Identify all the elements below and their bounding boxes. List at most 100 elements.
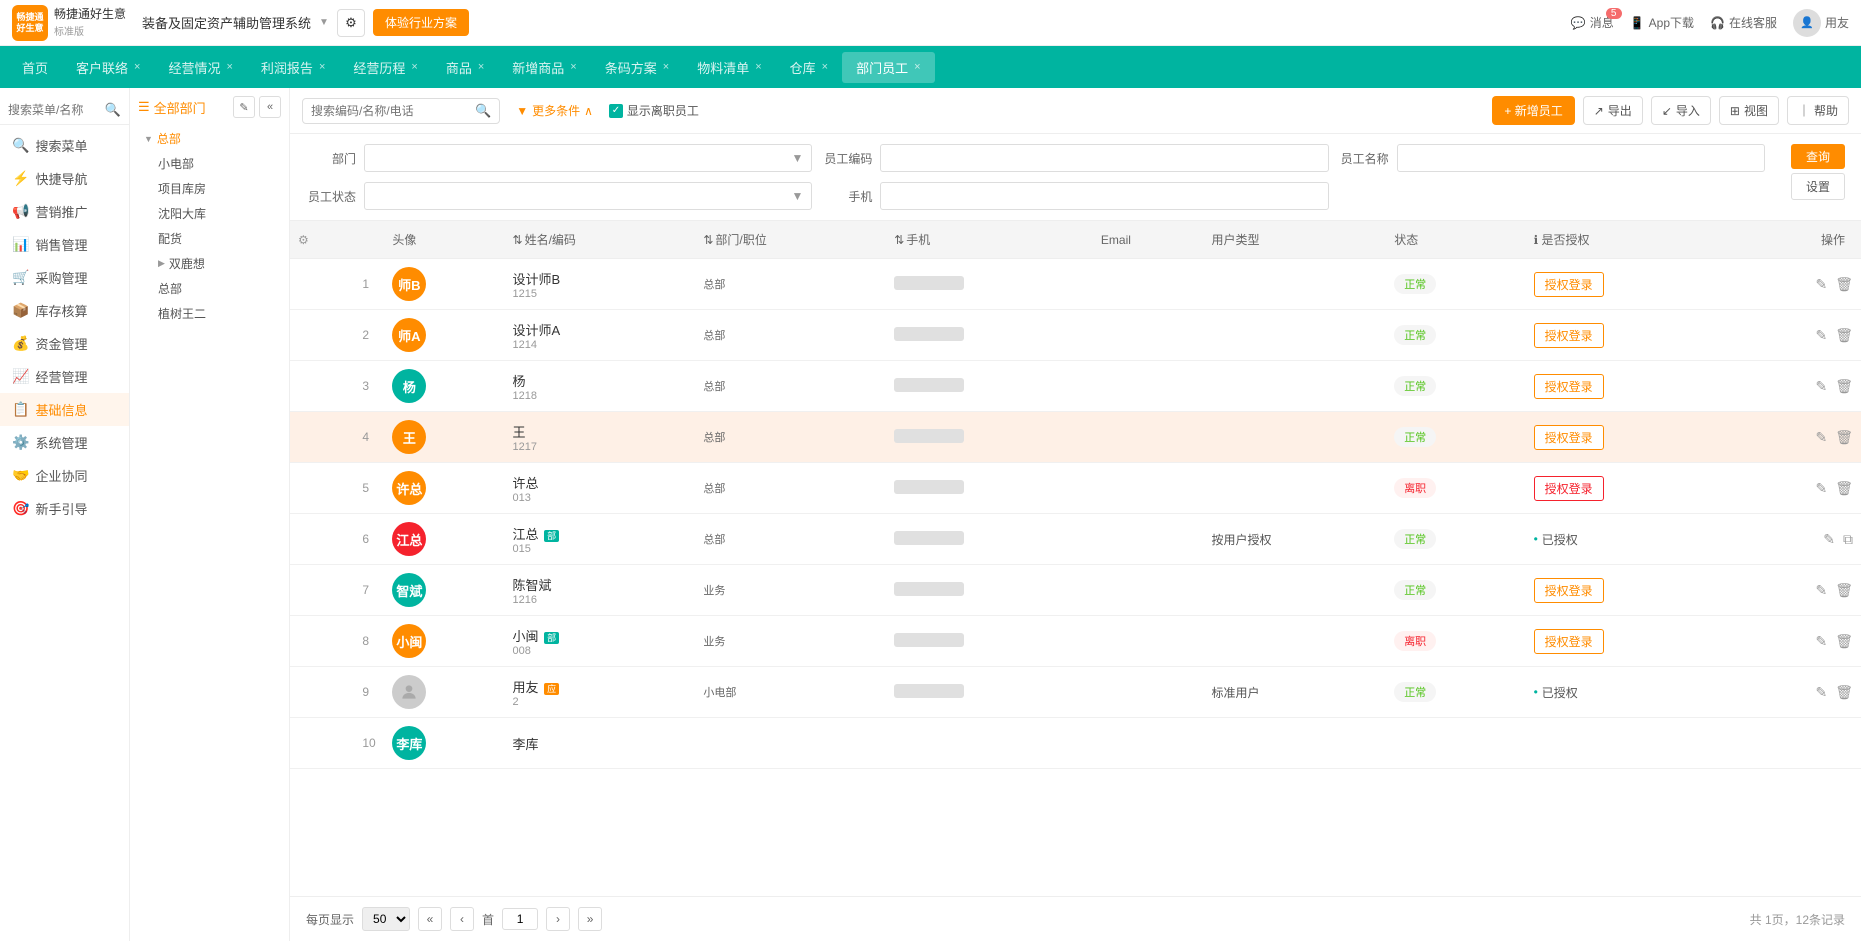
dept-node-shuanglu[interactable]: ▶ 双鹿想: [152, 251, 281, 276]
dept-tree-collapse-btn[interactable]: «: [259, 96, 281, 118]
close-profit-icon[interactable]: ×: [319, 61, 325, 73]
edit-btn-9[interactable]: ✎: [1815, 684, 1827, 701]
export-button[interactable]: ↗ 导出: [1583, 96, 1643, 125]
dept-node-shenyang[interactable]: 沈阳大库: [152, 201, 281, 226]
nav-tab-home[interactable]: 首页: [8, 52, 62, 83]
last-page-button[interactable]: »: [578, 907, 602, 931]
nav-tab-goods[interactable]: 商品 ×: [432, 52, 498, 83]
title-dropdown-icon[interactable]: ▼: [319, 17, 329, 28]
close-history-icon[interactable]: ×: [411, 61, 417, 73]
staff-search-input[interactable]: [311, 104, 471, 118]
close-add-goods-icon[interactable]: ×: [570, 61, 576, 73]
sidebar-item-finance[interactable]: 💰 资金管理: [0, 327, 129, 360]
sidebar-item-enterprise[interactable]: 🤝 企业协同: [0, 459, 129, 492]
first-page-button[interactable]: «: [418, 907, 442, 931]
prev-page-button[interactable]: ‹: [450, 907, 474, 931]
sidebar-search-input[interactable]: [8, 103, 101, 117]
nav-tab-bom[interactable]: 物料清单 ×: [683, 52, 775, 83]
online-service-button[interactable]: 🎧 在线客服: [1710, 14, 1777, 31]
close-goods-icon[interactable]: ×: [478, 61, 484, 73]
import-button[interactable]: ↙ 导入: [1651, 96, 1711, 125]
phone-sort-header[interactable]: ⇅ 手机: [894, 231, 1085, 248]
add-staff-button[interactable]: + 新增员工: [1492, 96, 1574, 125]
nav-tab-profit[interactable]: 利润报告 ×: [247, 52, 339, 83]
dept-node-zongbu[interactable]: 总部: [152, 276, 281, 301]
delete-btn-1[interactable]: 🗑: [1835, 276, 1853, 293]
name-sort-header[interactable]: ⇅ 姓名/编码: [513, 231, 688, 248]
delete-btn-8[interactable]: 🗑: [1835, 633, 1853, 650]
dept-node-pei[interactable]: 配货: [152, 226, 281, 251]
next-page-button[interactable]: ›: [546, 907, 570, 931]
edit-btn-7[interactable]: ✎: [1815, 582, 1827, 599]
edit-btn-4[interactable]: ✎: [1815, 429, 1827, 446]
dept-tree-edit-btn[interactable]: ✎: [233, 96, 255, 118]
sidebar-item-operations-mgmt[interactable]: 📈 经营管理: [0, 360, 129, 393]
filter-empname-input[interactable]: [1397, 144, 1765, 172]
copy-btn-6[interactable]: ⧉: [1843, 531, 1853, 548]
edit-btn-3[interactable]: ✎: [1815, 378, 1827, 395]
delete-btn-5[interactable]: 🗑: [1835, 480, 1853, 497]
dept-node-headquarters[interactable]: ▼ 总部: [138, 126, 281, 151]
auth-btn-5[interactable]: 授权登录: [1534, 476, 1604, 501]
user-menu[interactable]: 👤 用友: [1793, 9, 1849, 37]
filter-empcode-input[interactable]: [880, 144, 1328, 172]
nav-tab-operations[interactable]: 经营情况 ×: [154, 52, 246, 83]
page-size-select[interactable]: 50: [362, 907, 410, 931]
close-dept-staff-icon[interactable]: ×: [914, 61, 920, 73]
sidebar-item-quicknav[interactable]: ⚡ 快捷导航: [0, 162, 129, 195]
settings-gear-button[interactable]: ⚙: [337, 9, 365, 37]
dept-node-project[interactable]: 项目库房: [152, 176, 281, 201]
delete-btn-2[interactable]: 🗑: [1835, 327, 1853, 344]
message-button[interactable]: 💬 消息 5: [1571, 14, 1614, 31]
view-button[interactable]: ⊞ 视图: [1719, 96, 1779, 125]
edit-btn-8[interactable]: ✎: [1815, 633, 1827, 650]
nav-tab-dept-staff[interactable]: 部门员工 ×: [842, 52, 934, 83]
nav-tab-customers[interactable]: 客户联络 ×: [62, 52, 154, 83]
delete-btn-7[interactable]: 🗑: [1835, 582, 1853, 599]
nav-tab-add-goods[interactable]: 新增商品 ×: [498, 52, 590, 83]
edit-btn-6[interactable]: ✎: [1823, 531, 1835, 548]
edit-btn-5[interactable]: ✎: [1815, 480, 1827, 497]
query-button[interactable]: 查询: [1791, 144, 1845, 169]
close-operations-icon[interactable]: ×: [226, 61, 232, 73]
app-download-button[interactable]: 📱 App下载: [1630, 14, 1694, 31]
close-warehouse-icon[interactable]: ×: [822, 61, 828, 73]
edit-btn-1[interactable]: ✎: [1815, 276, 1827, 293]
auth-btn-1[interactable]: 授权登录: [1534, 272, 1604, 297]
col-settings-icon[interactable]: ⚙: [298, 233, 309, 247]
page-number-input[interactable]: [502, 908, 538, 930]
sidebar-item-system[interactable]: ⚙️ 系统管理: [0, 426, 129, 459]
auth-btn-8[interactable]: 授权登录: [1534, 629, 1604, 654]
filter-status-select[interactable]: ▼: [364, 182, 812, 210]
settings-button[interactable]: 设置: [1791, 173, 1845, 200]
auth-btn-3[interactable]: 授权登录: [1534, 374, 1604, 399]
auth-btn-2[interactable]: 授权登录: [1534, 323, 1604, 348]
delete-btn-4[interactable]: 🗑: [1835, 429, 1853, 446]
nav-tab-barcode[interactable]: 条码方案 ×: [591, 52, 683, 83]
dept-sort-header[interactable]: ⇅ 部门/职位: [703, 231, 878, 248]
sidebar-item-search[interactable]: 🔍 搜索菜单: [0, 129, 129, 162]
filter-dept-select[interactable]: ▼: [364, 144, 812, 172]
sidebar-item-purchase[interactable]: 🛒 采购管理: [0, 261, 129, 294]
sidebar-item-sales[interactable]: 📊 销售管理: [0, 228, 129, 261]
help-button[interactable]: ｜ 帮助: [1787, 96, 1849, 125]
auth-btn-7[interactable]: 授权登录: [1534, 578, 1604, 603]
sidebar-item-inventory[interactable]: 📦 库存核算: [0, 294, 129, 327]
sidebar-item-basic-info[interactable]: 📋 基础信息: [0, 393, 129, 426]
more-filter-button[interactable]: ▼ 更多条件 ∧: [508, 98, 601, 123]
dept-node-zhishu[interactable]: 植树王二: [152, 301, 281, 326]
close-customers-icon[interactable]: ×: [134, 61, 140, 73]
edit-btn-2[interactable]: ✎: [1815, 327, 1827, 344]
delete-btn-9[interactable]: 🗑: [1835, 684, 1853, 701]
try-industry-button[interactable]: 体验行业方案: [373, 9, 469, 36]
auth-btn-4[interactable]: 授权登录: [1534, 425, 1604, 450]
nav-tab-warehouse[interactable]: 仓库 ×: [776, 52, 842, 83]
close-bom-icon[interactable]: ×: [755, 61, 761, 73]
sidebar-item-marketing[interactable]: 📢 营销推广: [0, 195, 129, 228]
delete-btn-3[interactable]: 🗑: [1835, 378, 1853, 395]
close-barcode-icon[interactable]: ×: [663, 61, 669, 73]
dept-node-xiaodian[interactable]: 小电部: [152, 151, 281, 176]
show-resign-toggle[interactable]: ✓ 显示离职员工: [609, 102, 699, 119]
sidebar-item-guide[interactable]: 🎯 新手引导: [0, 492, 129, 525]
filter-phone-input[interactable]: [880, 182, 1328, 210]
